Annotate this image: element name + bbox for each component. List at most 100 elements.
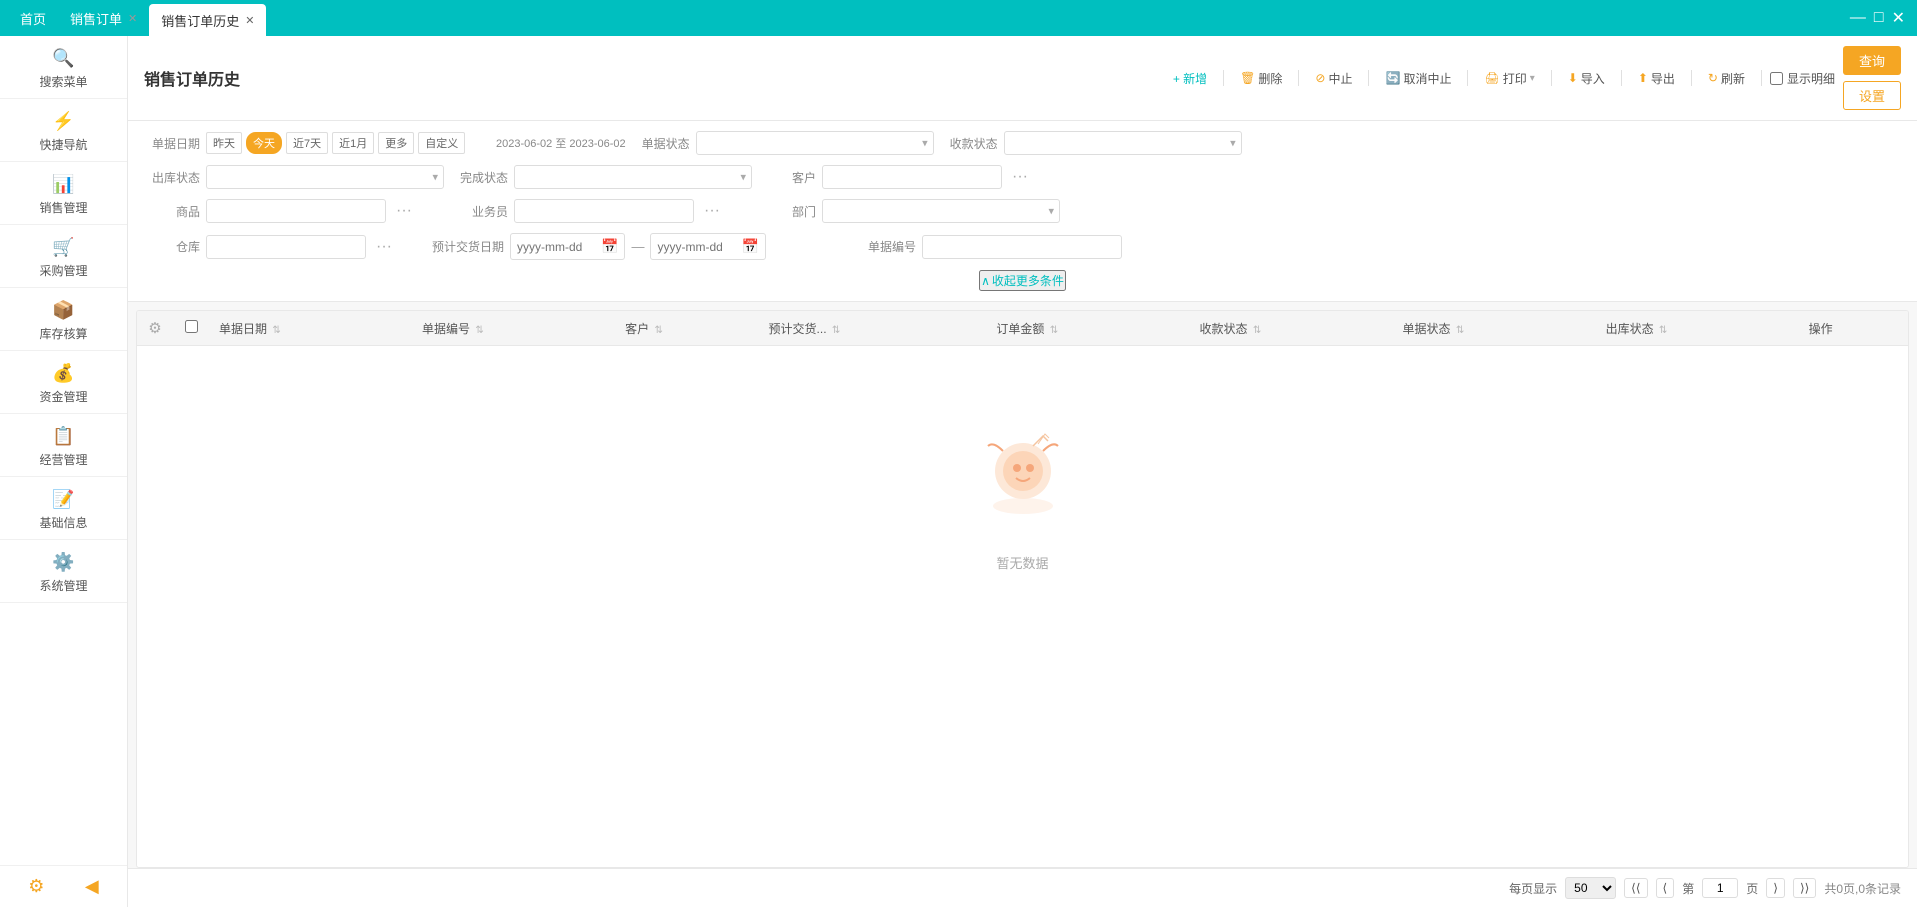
filter-customer-group: 客户 ···: [760, 165, 1060, 189]
sidebar-item-search-menu[interactable]: 🔍 搜索菜单: [0, 36, 127, 99]
th-doc-date: 单据日期 ⇅: [209, 311, 412, 346]
sidebar-item-basic-info[interactable]: 📝 基础信息: [0, 477, 127, 540]
dept-select-wrapper: [822, 199, 1060, 223]
date-from-field[interactable]: [517, 240, 597, 254]
date-btn-yesterday[interactable]: 昨天: [206, 132, 242, 154]
sidebar-collapse-btn[interactable]: ◀: [85, 876, 99, 897]
display-detail-checkbox[interactable]: [1770, 72, 1783, 85]
sidebar-item-finance[interactable]: 💰 资金管理: [0, 351, 127, 414]
import-icon: ⬇: [1568, 71, 1578, 85]
purchase-mgmt-icon: 🛒: [52, 237, 74, 258]
last-page-btn[interactable]: ⟩⟩: [1793, 878, 1816, 898]
date-to-cal-icon[interactable]: 📅: [741, 238, 758, 255]
table-settings-icon[interactable]: ⚙: [148, 320, 161, 337]
sort-icon-payment-status[interactable]: ⇅: [1253, 325, 1261, 336]
sales-mgmt-icon: 📊: [52, 174, 74, 195]
date-from-cal-icon[interactable]: 📅: [601, 238, 618, 255]
date-btn-today[interactable]: 今天: [246, 132, 282, 154]
customer-more-btn[interactable]: ···: [1008, 168, 1032, 186]
delete-btn[interactable]: 🗑 删除: [1232, 66, 1290, 91]
warehouse-input[interactable]: [206, 235, 366, 259]
sort-icon-expected-date[interactable]: ⇅: [832, 325, 840, 336]
date-to-input: 📅: [650, 233, 765, 260]
sidebar-item-system-mgmt[interactable]: ⚙️ 系统管理: [0, 540, 127, 603]
th-expected-date: 预计交货... ⇅: [759, 311, 987, 346]
sort-icon-doc-no[interactable]: ⇅: [475, 325, 483, 336]
doc-no-input[interactable]: [922, 235, 1122, 259]
next-page-btn[interactable]: ⟩: [1766, 878, 1785, 898]
tab-sales-order[interactable]: 销售订单 ✕: [58, 0, 149, 36]
minimize-btn[interactable]: —: [1850, 9, 1866, 27]
date-btn-custom[interactable]: 自定义: [418, 132, 465, 154]
query-settings-group: 查询 设置: [1843, 46, 1901, 110]
cancel-stop-icon: 🔄: [1385, 71, 1400, 85]
sidebar-settings-btn[interactable]: ⚙: [28, 876, 44, 897]
sidebar-item-quick-nav[interactable]: ⚡ 快捷导航: [0, 99, 127, 162]
product-input[interactable]: [206, 199, 386, 223]
date-btn-last7[interactable]: 近7天: [286, 132, 328, 154]
prev-page-btn[interactable]: ⟨: [1656, 878, 1675, 898]
dept-select[interactable]: [822, 199, 1060, 223]
sort-icon-order-amount[interactable]: ⇅: [1050, 325, 1058, 336]
filter-complete-status-group: 完成状态: [452, 165, 752, 189]
import-btn[interactable]: ⬇ 导入: [1560, 66, 1613, 91]
warehouse-more-btn[interactable]: ···: [372, 238, 396, 256]
filter-row-1: 单据日期 昨天 今天 近7天 近1月 更多 自定义 2023-06-02 至 2…: [144, 131, 1901, 155]
collapse-btn[interactable]: ∧ 收起更多条件: [979, 270, 1066, 291]
tab-home[interactable]: 首页: [8, 0, 58, 36]
select-all-checkbox[interactable]: [185, 320, 198, 333]
sidebar-item-sales-mgmt[interactable]: 📊 销售管理: [0, 162, 127, 225]
table-container: ⚙ 单据日期 ⇅ 单据编号 ⇅: [136, 310, 1909, 868]
filter-doc-no-group: 单据编号: [860, 235, 1160, 259]
tab-sales-order-history-close[interactable]: ✕: [245, 14, 254, 27]
delete-icon: 🗑: [1240, 71, 1255, 85]
filter-product-group: 商品 ···: [144, 199, 444, 223]
query-btn[interactable]: 查询: [1843, 46, 1901, 75]
per-page-select[interactable]: 20 50 100 200: [1565, 877, 1616, 899]
date-btn-last1m[interactable]: 近1月: [332, 132, 374, 154]
customer-input[interactable]: [822, 165, 1002, 189]
complete-status-select[interactable]: [514, 165, 752, 189]
sort-icon-doc-status[interactable]: ⇅: [1456, 325, 1464, 336]
date-to-field[interactable]: [657, 240, 737, 254]
doc-status-select[interactable]: [696, 131, 934, 155]
sidebar-item-operations[interactable]: 📋 经营管理: [0, 414, 127, 477]
refresh-btn[interactable]: ↻ 刷新: [1700, 66, 1753, 91]
system-mgmt-icon: ⚙️: [52, 552, 74, 573]
date-btn-more[interactable]: 更多: [378, 132, 414, 154]
close-btn[interactable]: ✕: [1892, 8, 1905, 28]
print-btn[interactable]: 🖨 打印 ▾: [1476, 66, 1542, 91]
tab-sales-order-close[interactable]: ✕: [128, 12, 137, 25]
doc-status-select-wrapper: [696, 131, 934, 155]
empty-state-row: 暂无数据: [137, 346, 1908, 653]
payment-status-select-wrapper: [1004, 131, 1242, 155]
toolbar-divider-5: [1551, 70, 1552, 86]
data-table: ⚙ 单据日期 ⇅ 单据编号 ⇅: [137, 311, 1908, 652]
salesperson-more-btn[interactable]: ···: [700, 202, 724, 220]
refresh-icon: ↻: [1708, 71, 1718, 85]
date-separator: —: [631, 239, 644, 254]
current-page-input[interactable]: [1702, 878, 1738, 898]
stop-btn[interactable]: ⊘ 中止: [1307, 66, 1360, 91]
sidebar-item-purchase-mgmt[interactable]: 🛒 采购管理: [0, 225, 127, 288]
sidebar-item-inventory[interactable]: 📦 库存核算: [0, 288, 127, 351]
new-btn[interactable]: + 新增: [1165, 66, 1215, 91]
first-page-btn[interactable]: ⟨⟨: [1624, 878, 1647, 898]
out-status-select[interactable]: [206, 165, 444, 189]
salesperson-input[interactable]: [514, 199, 694, 223]
payment-status-select[interactable]: [1004, 131, 1242, 155]
content-area: 销售订单历史 + 新增 🗑 删除 ⊘ 中止 🔄 取消中止: [128, 36, 1917, 907]
filter-out-status-group: 出库状态: [144, 165, 444, 189]
tab-sales-order-history[interactable]: 销售订单历史 ✕: [149, 4, 266, 36]
cancel-stop-btn[interactable]: 🔄 取消中止: [1377, 66, 1459, 91]
settings-btn[interactable]: 设置: [1843, 81, 1901, 110]
sort-icon-customer[interactable]: ⇅: [654, 325, 662, 336]
product-more-btn[interactable]: ···: [392, 202, 416, 220]
empty-text: 暂无数据: [996, 553, 1048, 572]
filter-salesperson-group: 业务员 ···: [452, 199, 752, 223]
total-info: 共0页,0条记录: [1824, 880, 1901, 897]
sort-icon-out-status[interactable]: ⇅: [1659, 325, 1667, 336]
maximize-btn[interactable]: □: [1874, 9, 1884, 27]
sort-icon-doc-date[interactable]: ⇅: [272, 325, 280, 336]
export-btn[interactable]: ⬆ 导出: [1630, 66, 1683, 91]
